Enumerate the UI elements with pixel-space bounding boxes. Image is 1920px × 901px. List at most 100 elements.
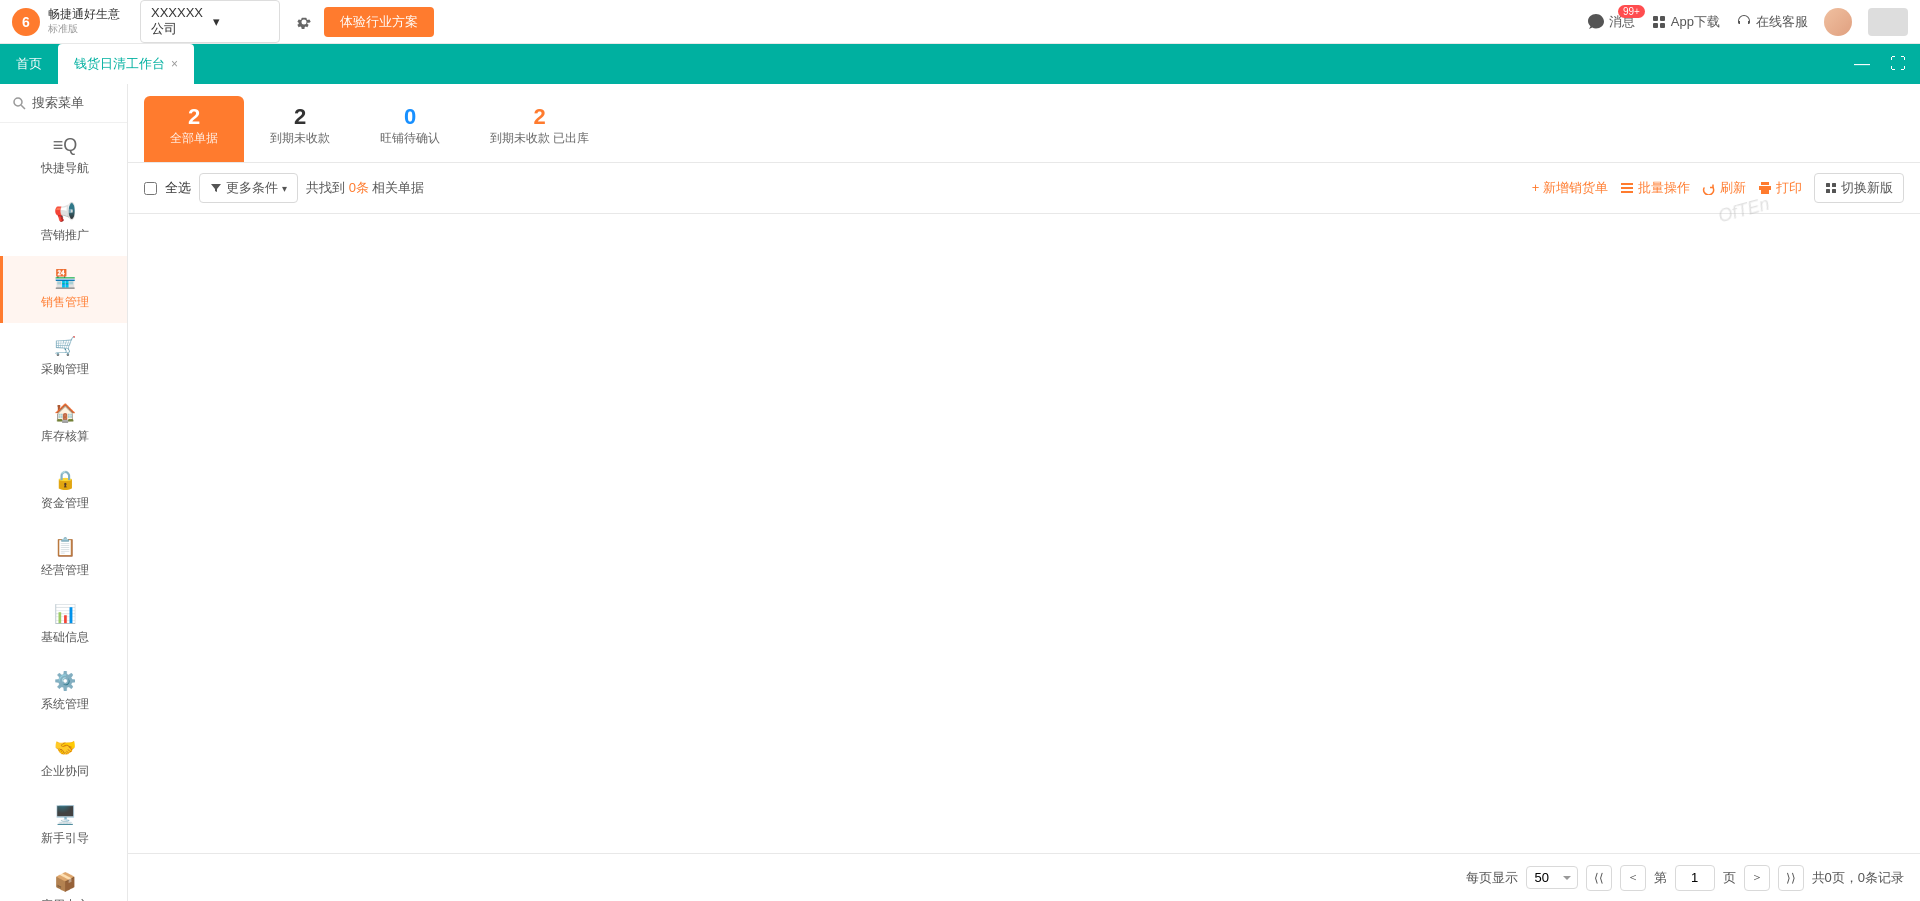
- toolbar-right: + 新增销货单 批量操作 刷新 打印: [1532, 173, 1904, 203]
- message-btn[interactable]: 消息 99+: [1587, 13, 1635, 31]
- logo-area: 6 畅捷通好生意 标准版: [12, 7, 140, 37]
- wangpu-count: 0: [404, 104, 416, 130]
- app-download-label: App下载: [1671, 13, 1720, 31]
- logo-text: 畅捷通好生意: [48, 7, 120, 23]
- select-all-checkbox[interactable]: [144, 182, 157, 195]
- company-name: XXXXXX公司: [151, 5, 207, 38]
- tab-close-icon[interactable]: ×: [171, 57, 178, 71]
- stat-tab-overdue-shipped[interactable]: 2 到期未收款 已出库: [466, 96, 613, 162]
- inventory-icon: 🏠: [54, 402, 76, 424]
- online-service-label: 在线客服: [1756, 13, 1808, 31]
- sidebar: 搜索菜单 ≡Q 快捷导航 📢 营销推广 🏪 销售管理 🛒 采购管理 🏠 库存核算…: [0, 84, 128, 901]
- avatar[interactable]: [1824, 8, 1852, 36]
- svg-point-4: [14, 98, 22, 106]
- switch-version-btn[interactable]: 切换新版: [1814, 173, 1904, 203]
- operations-icon: 📋: [54, 536, 76, 558]
- all-label: 全部单据: [170, 130, 218, 147]
- trial-btn[interactable]: 体验行业方案: [324, 7, 434, 37]
- all-count: 2: [188, 104, 200, 130]
- shipped-count: 2: [534, 104, 546, 130]
- wangpu-label: 旺铺待确认: [380, 130, 440, 147]
- minimize-icon[interactable]: —: [1848, 50, 1876, 78]
- found-text: 共找到 0条 相关单据: [306, 179, 424, 197]
- logo-icon: 6: [12, 8, 40, 36]
- next-page-btn[interactable]: ＞: [1744, 865, 1770, 891]
- sidebar-item-operations[interactable]: 📋 经营管理: [0, 524, 127, 591]
- first-page-btn[interactable]: ⟨⟨: [1586, 865, 1612, 891]
- select-all-label: 全选: [165, 179, 191, 197]
- pagination: 每页显示 50 10 20 100 ⟨⟨ ＜ 第 页 ＞ ⟩⟩ 共0页，0条记录: [128, 853, 1920, 901]
- stat-tab-wangpu[interactable]: 0 旺铺待确认: [356, 96, 464, 162]
- svg-rect-6: [1621, 183, 1633, 185]
- user-menu[interactable]: [1868, 8, 1908, 36]
- filter-btn[interactable]: 更多条件 ▾: [199, 173, 298, 203]
- page-label: 第: [1654, 869, 1667, 887]
- nav-tab-actions: — ⛶: [1848, 50, 1920, 78]
- app-center-icon: 📦: [54, 871, 76, 893]
- purchase-icon: 🛒: [54, 335, 76, 357]
- batch-ops-btn[interactable]: 批量操作: [1620, 179, 1690, 197]
- total-info: 共0页，0条记录: [1812, 869, 1904, 887]
- funds-icon: 🔒: [54, 469, 76, 491]
- sidebar-item-purchase[interactable]: 🛒 采购管理: [0, 323, 127, 390]
- stats-tabs: 2 全部单据 2 到期未收款 0 旺铺待确认 2 到期未收款 已出库: [128, 84, 1920, 163]
- found-count: 0条: [349, 180, 369, 195]
- svg-rect-3: [1660, 23, 1665, 28]
- settings-button[interactable]: [288, 6, 320, 38]
- chevron-down-icon: ▾: [282, 183, 287, 194]
- svg-rect-11: [1826, 189, 1830, 193]
- svg-rect-1: [1660, 16, 1665, 21]
- table-area: [128, 214, 1920, 853]
- top-header: 6 畅捷通好生意 标准版 XXXXXX公司 ▾ 体验行业方案 消息 99+: [0, 0, 1920, 44]
- add-sales-btn[interactable]: + 新增销货单: [1532, 179, 1608, 197]
- nav-tabs: 首页 钱货日清工作台 × — ⛶: [0, 44, 1920, 84]
- content-area: 2 全部单据 2 到期未收款 0 旺铺待确认 2 到期未收款 已出库 全选 更多…: [128, 84, 1920, 901]
- svg-line-5: [21, 105, 25, 109]
- maximize-icon[interactable]: ⛶: [1884, 50, 1912, 78]
- shipped-label: 到期未收款 已出库: [490, 130, 589, 147]
- svg-rect-7: [1621, 187, 1633, 189]
- message-badge: 99+: [1618, 5, 1645, 18]
- overdue-count: 2: [294, 104, 306, 130]
- sales-icon: 🏪: [54, 268, 76, 290]
- sidebar-item-quick-nav[interactable]: ≡Q 快捷导航: [0, 123, 127, 189]
- svg-rect-8: [1621, 191, 1633, 193]
- stat-tab-overdue-uncollected[interactable]: 2 到期未收款: [246, 96, 354, 162]
- sidebar-item-sales[interactable]: 🏪 销售管理: [0, 256, 127, 323]
- system-icon: ⚙️: [54, 670, 76, 692]
- header-right: 消息 99+ App下载 在线客服: [1587, 8, 1908, 36]
- sidebar-item-guide[interactable]: 🖥️ 新手引导: [0, 792, 127, 859]
- tab-home[interactable]: 首页: [0, 44, 58, 84]
- stat-tab-all[interactable]: 2 全部单据: [144, 96, 244, 162]
- marketing-icon: 📢: [54, 201, 76, 223]
- sidebar-item-inventory[interactable]: 🏠 库存核算: [0, 390, 127, 457]
- svg-rect-9: [1826, 183, 1830, 187]
- sidebar-item-funds[interactable]: 🔒 资金管理: [0, 457, 127, 524]
- quick-nav-icon: ≡Q: [53, 135, 78, 156]
- app-download-btn[interactable]: App下载: [1651, 13, 1720, 31]
- online-service-btn[interactable]: 在线客服: [1736, 13, 1808, 31]
- sidebar-item-system[interactable]: ⚙️ 系统管理: [0, 658, 127, 725]
- guide-icon: 🖥️: [54, 804, 76, 826]
- main-layout: 搜索菜单 ≡Q 快捷导航 📢 营销推广 🏪 销售管理 🛒 采购管理 🏠 库存核算…: [0, 84, 1920, 901]
- last-page-btn[interactable]: ⟩⟩: [1778, 865, 1804, 891]
- svg-rect-12: [1832, 189, 1836, 193]
- page-input[interactable]: [1675, 865, 1715, 891]
- sidebar-item-basic-info[interactable]: 📊 基础信息: [0, 591, 127, 658]
- search-menu-item[interactable]: 搜索菜单: [0, 84, 127, 123]
- overdue-label: 到期未收款: [270, 130, 330, 147]
- sidebar-item-cooperation[interactable]: 🤝 企业协同: [0, 725, 127, 792]
- logo-badge: 标准版: [48, 22, 120, 36]
- tab-cash-flow[interactable]: 钱货日清工作台 ×: [58, 44, 194, 84]
- svg-rect-10: [1832, 183, 1836, 187]
- per-page-select[interactable]: 50 10 20 100: [1526, 866, 1578, 889]
- svg-rect-0: [1653, 16, 1658, 21]
- prev-page-btn[interactable]: ＜: [1620, 865, 1646, 891]
- sidebar-item-marketing[interactable]: 📢 营销推广: [0, 189, 127, 256]
- sidebar-item-app-center[interactable]: 📦 应用中心: [0, 859, 127, 901]
- per-page-label: 每页显示: [1466, 869, 1518, 887]
- svg-rect-2: [1653, 23, 1658, 28]
- company-selector[interactable]: XXXXXX公司 ▾: [140, 0, 280, 43]
- print-btn[interactable]: 打印: [1758, 179, 1802, 197]
- refresh-btn[interactable]: 刷新: [1702, 179, 1746, 197]
